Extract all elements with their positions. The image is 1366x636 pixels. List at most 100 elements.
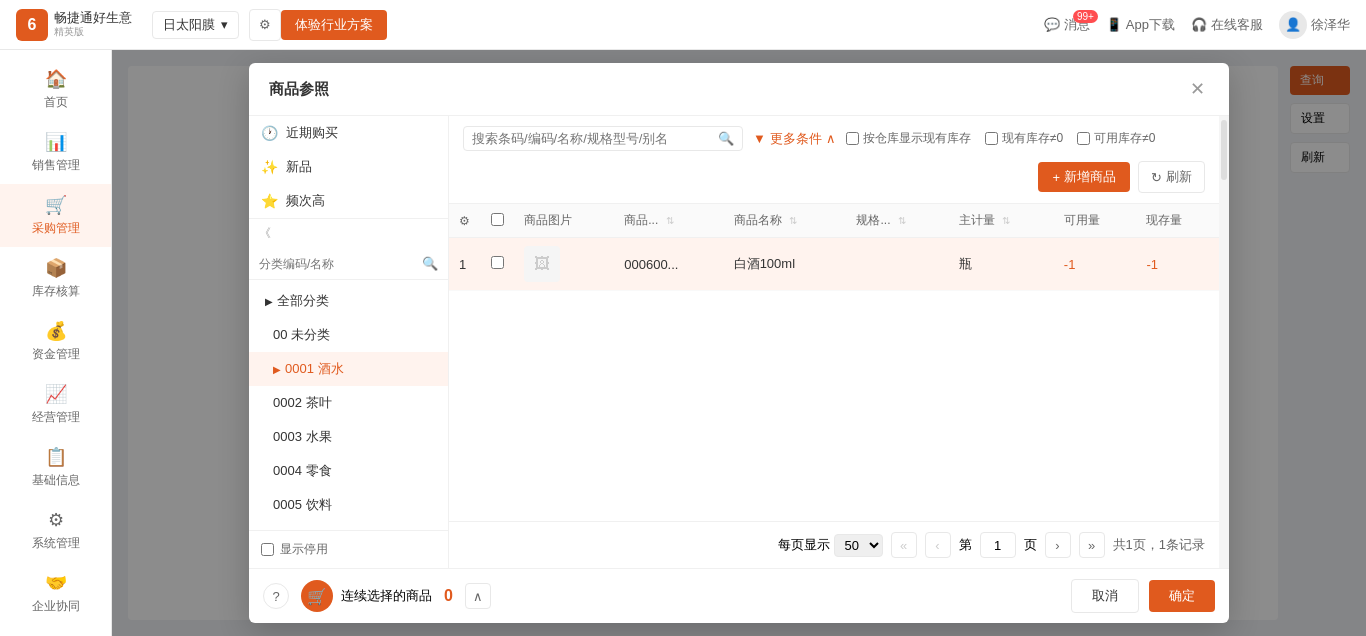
- category-item-0003[interactable]: 0003 水果: [249, 420, 448, 454]
- page-label: 第: [959, 536, 972, 554]
- th-stock[interactable]: 现存量: [1136, 204, 1219, 238]
- category-label: 0004 零食: [273, 462, 332, 480]
- right-panel: 🔍 ▼ 更多条件 ∧ 按仓库显示现有库存: [449, 116, 1219, 568]
- search-icon[interactable]: 🔍: [718, 131, 734, 146]
- sidebar-item-guide[interactable]: 🎯 新手引导: [0, 625, 111, 636]
- th-code[interactable]: 商品... ⇅: [614, 204, 723, 238]
- prev-page-button[interactable]: ‹: [925, 532, 951, 558]
- top-nav: 6 畅捷通好生意 精英版 日太阳膜 ▾ ⚙ 体验行业方案 💬 消息 99+ 📱 …: [0, 0, 1366, 50]
- online-service-nav-item[interactable]: 🎧 在线客服: [1191, 16, 1263, 34]
- sidebar-item-home[interactable]: 🏠 首页: [0, 58, 111, 121]
- logo-area: 6 畅捷通好生意 精英版: [16, 9, 132, 41]
- row-checkbox[interactable]: [491, 256, 504, 269]
- first-page-button[interactable]: «: [891, 532, 917, 558]
- category-label: 0003 水果: [273, 428, 332, 446]
- category-search: 🔍: [249, 248, 448, 280]
- category-search-icon[interactable]: 🔍: [422, 256, 438, 271]
- category-label: 全部分类: [277, 292, 329, 310]
- cancel-button[interactable]: 取消: [1071, 579, 1139, 613]
- sidebar-item-inventory[interactable]: 📦 库存核算: [0, 247, 111, 310]
- checkbox-available-label: 可用库存≠0: [1094, 130, 1155, 147]
- table-scrollbar[interactable]: [1219, 116, 1229, 568]
- category-item-all[interactable]: ▶ 全部分类: [249, 284, 448, 318]
- th-name[interactable]: 商品名称 ⇅: [724, 204, 847, 238]
- sidebar-item-finance[interactable]: 💰 资金管理: [0, 310, 111, 373]
- sidebar-item-enterprise[interactable]: 🤝 企业协同: [0, 562, 111, 625]
- store-selector[interactable]: 日太阳膜 ▾: [152, 11, 239, 39]
- frequent-label: 频次高: [286, 192, 325, 210]
- sidebar-item-operations[interactable]: 📈 经营管理: [0, 373, 111, 436]
- headset-icon: 🎧: [1191, 17, 1207, 32]
- category-item-0004[interactable]: 0004 零食: [249, 454, 448, 488]
- show-disabled-checkbox[interactable]: [261, 543, 274, 556]
- arrow-icon-active: ▶: [273, 364, 281, 375]
- next-page-button[interactable]: ›: [1045, 532, 1071, 558]
- recent-purchase-item[interactable]: 🕐 近期购买: [249, 116, 448, 150]
- question-icon: ?: [272, 589, 279, 604]
- table-toolbar: 🔍 ▼ 更多条件 ∧ 按仓库显示现有库存: [449, 116, 1219, 204]
- checkbox-stock-input[interactable]: [985, 132, 998, 145]
- toolbar-right: + 新增商品 ↻ 刷新: [1038, 161, 1205, 193]
- product-table-area: ⚙ 商品图片 商品... ⇅ 商品名称 ⇅ 规格... ⇅ 主计量 ⇅: [449, 204, 1219, 521]
- category-search-input[interactable]: [259, 257, 416, 271]
- category-item-0002[interactable]: 0002 茶叶: [249, 386, 448, 420]
- product-search-input[interactable]: [472, 131, 712, 146]
- more-filter-button[interactable]: ▼ 更多条件 ∧: [753, 130, 836, 148]
- checkbox-warehouse[interactable]: 按仓库显示现有库存: [846, 130, 971, 147]
- sidebar-item-purchase[interactable]: 🛒 采购管理: [0, 184, 111, 247]
- user-nav-item[interactable]: 👤 徐泽华: [1279, 11, 1350, 39]
- cart-area: 🛒 连续选择的商品 0 ∧: [301, 580, 491, 612]
- category-label: 0005 饮料: [273, 496, 332, 514]
- category-item-0001[interactable]: ▶ 0001 酒水: [249, 352, 448, 386]
- help-button[interactable]: ?: [263, 583, 289, 609]
- message-nav-item[interactable]: 💬 消息 99+: [1044, 16, 1090, 34]
- sidebar-item-label: 基础信息: [32, 472, 80, 489]
- chevron-down-icon: ▾: [221, 17, 228, 32]
- sidebar-item-system[interactable]: ⚙ 系统管理: [0, 499, 111, 562]
- page-number-input[interactable]: [980, 532, 1016, 558]
- modal-body: 🕐 近期购买 ✨ 新品 ⭐ 频次高: [249, 116, 1229, 568]
- sidebar-item-basic-info[interactable]: 📋 基础信息: [0, 436, 111, 499]
- checkbox-stock-label: 现有库存≠0: [1002, 130, 1063, 147]
- filter-icon: ▼: [753, 131, 766, 146]
- th-available[interactable]: 可用量: [1054, 204, 1137, 238]
- product-search-box: 🔍: [463, 126, 743, 151]
- row-image-cell: 🖼: [514, 238, 614, 291]
- operations-icon: 📈: [45, 383, 67, 405]
- collapse-arrow[interactable]: 《: [259, 225, 271, 242]
- category-label: 0001 酒水: [285, 360, 344, 378]
- category-item-unclassified[interactable]: 00 未分类: [249, 318, 448, 352]
- category-item-0005[interactable]: 0005 饮料: [249, 488, 448, 522]
- last-page-button[interactable]: »: [1079, 532, 1105, 558]
- add-product-button[interactable]: + 新增商品: [1038, 162, 1130, 192]
- checkbox-stock-nonzero[interactable]: 现有库存≠0: [985, 130, 1063, 147]
- pagination: 每页显示 50 « ‹ 第 页 › »: [449, 521, 1219, 568]
- settings-button[interactable]: ⚙: [249, 9, 281, 41]
- frequent-item[interactable]: ⭐ 频次高: [249, 184, 448, 218]
- select-all-checkbox[interactable]: [491, 213, 504, 226]
- row-spec: [846, 238, 948, 291]
- category-item-0008[interactable]: 0008 水: [249, 522, 448, 530]
- per-page-label: 每页显示: [778, 536, 830, 554]
- checkbox-warehouse-input[interactable]: [846, 132, 859, 145]
- th-spec[interactable]: 规格... ⇅: [846, 204, 948, 238]
- refresh-button[interactable]: ↻ 刷新: [1138, 161, 1205, 193]
- sidebar-item-label: 系统管理: [32, 535, 80, 552]
- sidebar-item-sales[interactable]: 📊 销售管理: [0, 121, 111, 184]
- th-unit[interactable]: 主计量 ⇅: [949, 204, 1054, 238]
- product-image: 🖼: [524, 246, 560, 282]
- app-download-nav-item[interactable]: 📱 App下载: [1106, 16, 1175, 34]
- cart-icon[interactable]: 🛒: [301, 580, 333, 612]
- checkbox-available-input[interactable]: [1077, 132, 1090, 145]
- checkbox-available-nonzero[interactable]: 可用库存≠0: [1077, 130, 1155, 147]
- table-row[interactable]: 1 🖼 000600... 白酒100ml: [449, 238, 1219, 291]
- per-page-dropdown[interactable]: 50: [834, 534, 883, 557]
- modal-close-button[interactable]: ✕: [1185, 77, 1209, 101]
- new-product-item[interactable]: ✨ 新品: [249, 150, 448, 184]
- show-disabled-row: 显示停用: [249, 530, 448, 568]
- footer-collapse-button[interactable]: ∧: [465, 583, 491, 609]
- plus-icon: +: [1052, 170, 1060, 185]
- sidebar-item-label: 销售管理: [32, 157, 80, 174]
- confirm-button[interactable]: 确定: [1149, 580, 1215, 612]
- experience-btn[interactable]: 体验行业方案: [281, 10, 387, 40]
